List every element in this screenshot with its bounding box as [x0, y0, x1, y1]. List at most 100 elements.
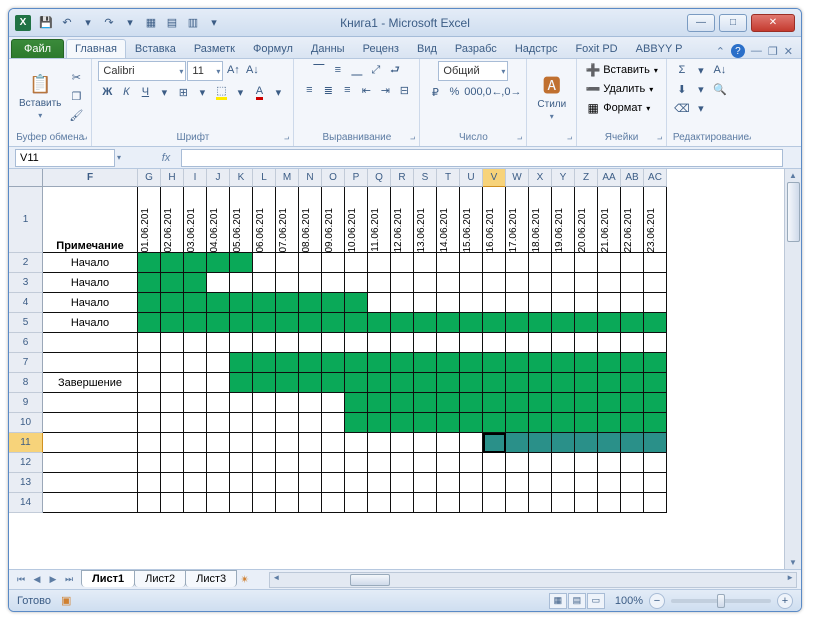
cell-K14[interactable] [230, 493, 253, 513]
cell-Z14[interactable] [575, 493, 598, 513]
cell-Y8[interactable] [552, 373, 575, 393]
col-header-U[interactable]: U [460, 169, 483, 187]
cell-O13[interactable] [322, 473, 345, 493]
cell-AB12[interactable] [621, 453, 644, 473]
cell-AC3[interactable] [644, 273, 667, 293]
cell-W8[interactable] [506, 373, 529, 393]
cell-W13[interactable] [506, 473, 529, 493]
col-header-O[interactable]: O [322, 169, 345, 187]
horizontal-scrollbar[interactable] [269, 572, 797, 588]
cell-Y13[interactable] [552, 473, 575, 493]
cell-Q2[interactable] [368, 253, 391, 273]
col-header-X[interactable]: X [529, 169, 552, 187]
cell-W2[interactable] [506, 253, 529, 273]
col-header-R[interactable]: R [391, 169, 414, 187]
cell-Q14[interactable] [368, 493, 391, 513]
zoom-out-button[interactable]: − [649, 593, 665, 609]
cell-H3[interactable] [161, 273, 184, 293]
cell-V12[interactable] [483, 453, 506, 473]
cell-Y9[interactable] [552, 393, 575, 413]
cell-I10[interactable] [184, 413, 207, 433]
cell-M3[interactable] [276, 273, 299, 293]
cell-K6[interactable] [230, 333, 253, 353]
cell-M6[interactable] [276, 333, 299, 353]
col-header-AC[interactable]: AC [644, 169, 667, 187]
cell-W3[interactable] [506, 273, 529, 293]
cell-J7[interactable] [207, 353, 230, 373]
cell-S14[interactable] [414, 493, 437, 513]
cell-Z9[interactable] [575, 393, 598, 413]
scroll-up-icon[interactable]: ▲ [789, 171, 797, 180]
cell-S7[interactable] [414, 353, 437, 373]
cell-R9[interactable] [391, 393, 414, 413]
cell-AC2[interactable] [644, 253, 667, 273]
zoom-level[interactable]: 100% [615, 595, 643, 607]
cell-AA14[interactable] [598, 493, 621, 513]
row-header-8[interactable]: 8 [9, 373, 43, 393]
cell-F3[interactable]: Начало [43, 273, 138, 293]
cell-H14[interactable] [161, 493, 184, 513]
cell-T12[interactable] [437, 453, 460, 473]
cell-N7[interactable] [299, 353, 322, 373]
qat-extra1-icon[interactable]: ▦ [141, 13, 161, 33]
cell-G2[interactable] [138, 253, 161, 273]
cell-AC13[interactable] [644, 473, 667, 493]
select-all-corner[interactable] [9, 169, 43, 187]
cell-Y6[interactable] [552, 333, 575, 353]
cell-S1[interactable]: 13.06.201 [414, 187, 437, 253]
cell-P8[interactable] [345, 373, 368, 393]
cell-U12[interactable] [460, 453, 483, 473]
cell-N10[interactable] [299, 413, 322, 433]
cell-R5[interactable] [391, 313, 414, 333]
cell-N13[interactable] [299, 473, 322, 493]
ribbon-tab-10[interactable]: ABBYY P [627, 39, 692, 58]
cut-icon[interactable]: ✂ [67, 68, 85, 86]
cell-U11[interactable] [460, 433, 483, 453]
row-header-5[interactable]: 5 [9, 313, 43, 333]
cell-V11[interactable] [483, 433, 506, 453]
cell-L12[interactable] [253, 453, 276, 473]
bold-icon[interactable]: Ж [98, 83, 116, 101]
cell-F13[interactable] [43, 473, 138, 493]
cell-O14[interactable] [322, 493, 345, 513]
cell-W4[interactable] [506, 293, 529, 313]
row-header-10[interactable]: 10 [9, 413, 43, 433]
cell-V3[interactable] [483, 273, 506, 293]
hscroll-thumb[interactable] [350, 574, 390, 586]
macro-record-icon[interactable]: ▣ [61, 594, 71, 607]
cell-I6[interactable] [184, 333, 207, 353]
percent-icon[interactable]: % [445, 83, 463, 101]
cell-Z2[interactable] [575, 253, 598, 273]
zoom-slider[interactable] [671, 599, 771, 603]
worksheet[interactable]: FGHIJKLMNOPQRSTUVWXYZAAABAC 123456789101… [9, 169, 784, 569]
cell-F2[interactable]: Начало [43, 253, 138, 273]
cell-G1[interactable]: 01.06.201 [138, 187, 161, 253]
cell-Q11[interactable] [368, 433, 391, 453]
scroll-down-icon[interactable]: ▼ [789, 558, 797, 567]
cell-I3[interactable] [184, 273, 207, 293]
sheet-tab-2[interactable]: Лист3 [185, 570, 237, 587]
cell-AA2[interactable] [598, 253, 621, 273]
cell-F11[interactable] [43, 433, 138, 453]
fontcolor-dd-icon[interactable]: ▾ [269, 83, 287, 101]
redo-dd-icon[interactable]: ▾ [120, 13, 140, 33]
dec-decimal-icon[interactable]: ,0→ [502, 83, 520, 101]
col-header-AB[interactable]: AB [621, 169, 644, 187]
cell-W11[interactable] [506, 433, 529, 453]
cell-R8[interactable] [391, 373, 414, 393]
cell-AB8[interactable] [621, 373, 644, 393]
cell-V10[interactable] [483, 413, 506, 433]
cell-L9[interactable] [253, 393, 276, 413]
cell-T7[interactable] [437, 353, 460, 373]
find-icon[interactable]: 🔍 [711, 80, 729, 98]
cell-AC4[interactable] [644, 293, 667, 313]
cell-L5[interactable] [253, 313, 276, 333]
qat-extra3-icon[interactable]: ▥ [183, 13, 203, 33]
cell-U3[interactable] [460, 273, 483, 293]
cell-V4[interactable] [483, 293, 506, 313]
cell-S3[interactable] [414, 273, 437, 293]
comma-icon[interactable]: 000 [464, 83, 482, 101]
cell-I13[interactable] [184, 473, 207, 493]
col-header-N[interactable]: N [299, 169, 322, 187]
cell-K4[interactable] [230, 293, 253, 313]
